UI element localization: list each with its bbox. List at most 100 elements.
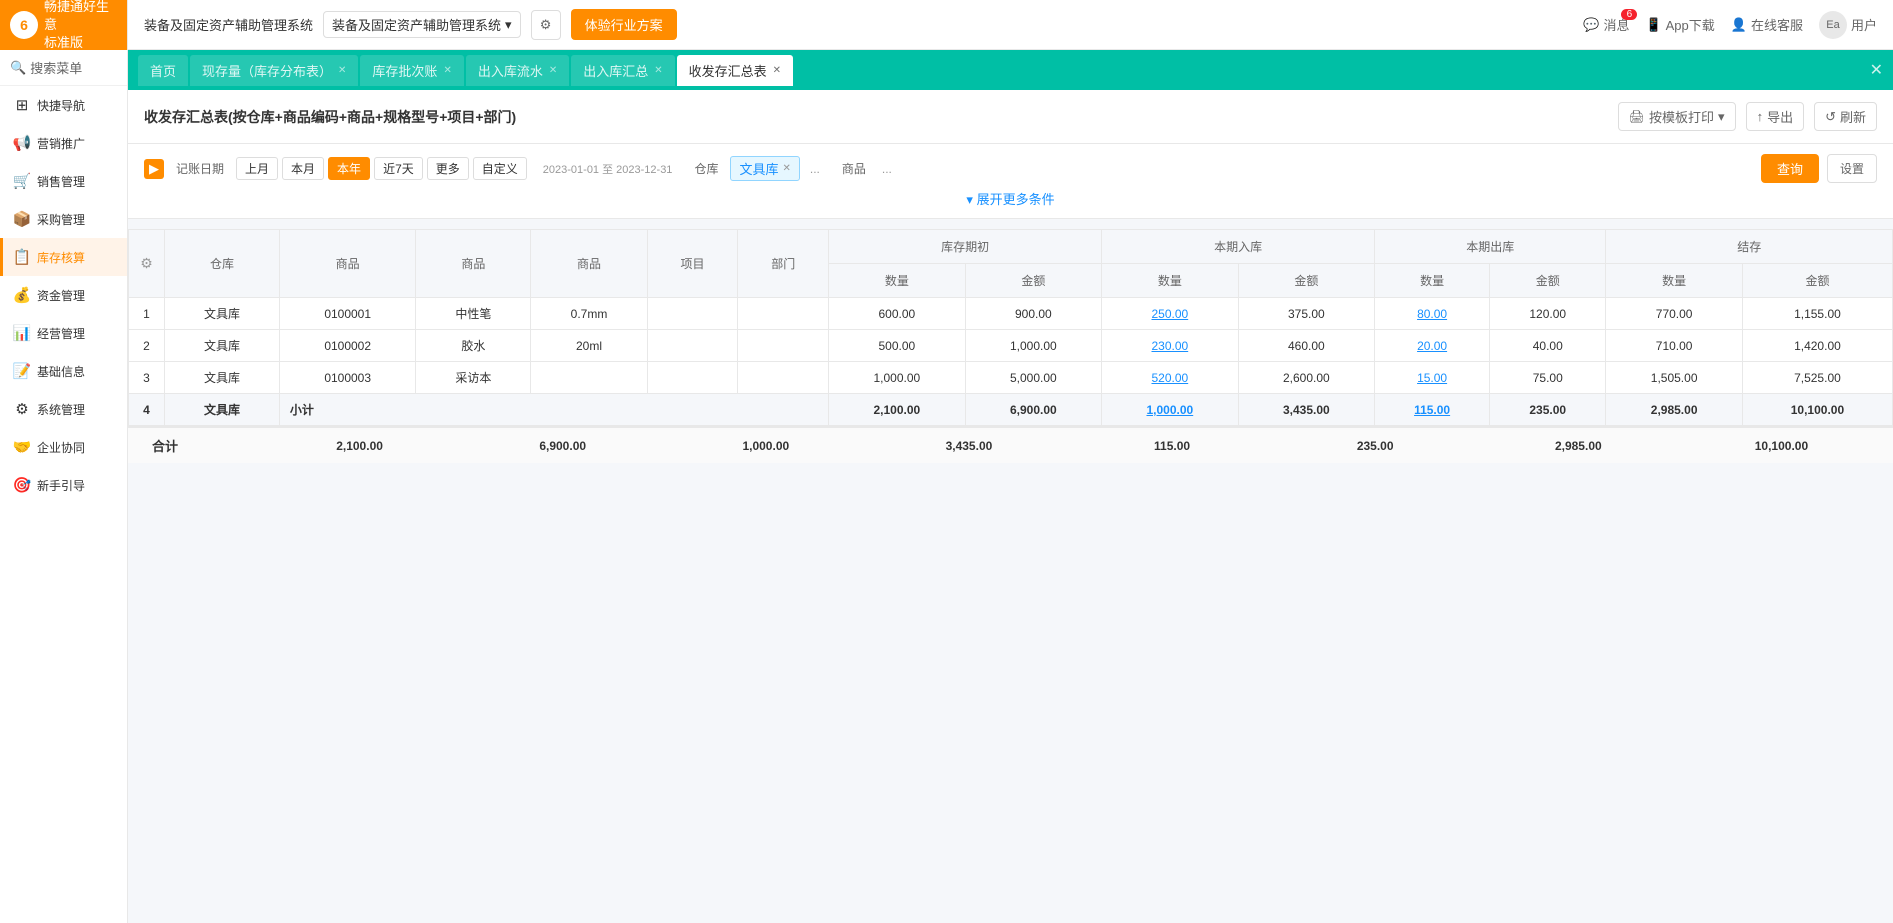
user-label: 用户 bbox=[1851, 15, 1877, 34]
expand-conditions-button[interactable]: ▾ 展开更多条件 bbox=[966, 189, 1054, 208]
user-action[interactable]: Ea 用户 bbox=[1819, 11, 1877, 39]
tab-close-stock-dist[interactable]: ✕ bbox=[338, 65, 346, 76]
tab-close-receive-send[interactable]: ✕ bbox=[773, 65, 781, 76]
goods-more[interactable]: ... bbox=[882, 162, 892, 176]
sidebar-item-enterprise[interactable]: 🤝企业协同 bbox=[0, 428, 127, 466]
tab-receive-send[interactable]: 收发存汇总表✕ bbox=[677, 55, 793, 86]
warehouse-tag-close[interactable]: ✕ bbox=[782, 163, 790, 174]
sidebar-item-marketing[interactable]: 📢营销推广 bbox=[0, 124, 127, 162]
sidebar-item-operation[interactable]: 📊经营管理 bbox=[0, 314, 127, 352]
total-bal-qty: 2,985.00 bbox=[1477, 439, 1680, 453]
total-out-qty: 115.00 bbox=[1071, 439, 1274, 453]
tab-close-batch[interactable]: ✕ bbox=[443, 65, 451, 76]
date-buttons: 上月本月本年近7天更多自定义 bbox=[236, 157, 527, 180]
nav-icon-basic: 📝 bbox=[13, 362, 31, 380]
top-header: 装备及固定资产辅助管理系统 装备及固定资产辅助管理系统 ▾ ⚙ 体验行业方案 💬… bbox=[128, 0, 1893, 50]
row-bal-amt: 1,155.00 bbox=[1742, 298, 1892, 330]
row-project bbox=[647, 362, 738, 394]
sidebar-item-finance[interactable]: 💰资金管理 bbox=[0, 276, 127, 314]
warehouse-tag[interactable]: 文具库 ✕ bbox=[730, 156, 799, 181]
online-service-action[interactable]: 👤 在线客服 bbox=[1731, 15, 1803, 34]
row-warehouse: 文具库 bbox=[165, 362, 280, 394]
print-button[interactable]: 🖨 按模板打印 ▾ bbox=[1618, 102, 1736, 131]
date-btn-自定义[interactable]: 自定义 bbox=[473, 157, 527, 180]
page-title-bar: 收发存汇总表(按仓库+商品编码+商品+规格型号+项目+部门) 🖨 按模板打印 ▾… bbox=[128, 90, 1893, 144]
date-btn-本月[interactable]: 本月 bbox=[282, 157, 324, 180]
row-out-qty[interactable]: 15.00 bbox=[1375, 362, 1490, 394]
tab-home[interactable]: 首页 bbox=[138, 55, 188, 86]
date-btn-上月[interactable]: 上月 bbox=[236, 157, 278, 180]
subtotal-warehouse: 文具库 bbox=[165, 394, 280, 426]
filter-settings-button[interactable]: 设置 bbox=[1827, 154, 1877, 183]
row-out-amt: 120.00 bbox=[1490, 298, 1606, 330]
date-btn-近7天[interactable]: 近7天 bbox=[374, 157, 423, 180]
column-settings-icon[interactable]: ⚙ bbox=[140, 255, 153, 271]
query-button[interactable]: 查询 bbox=[1761, 154, 1819, 183]
sidebar-item-guide[interactable]: 🎯 新手引导 bbox=[0, 466, 127, 504]
tabbar-close-button[interactable]: ✕ bbox=[1870, 60, 1883, 80]
sidebar-item-quick-nav[interactable]: ⊞快捷导航 bbox=[0, 86, 127, 124]
total-in-qty: 1,000.00 bbox=[664, 439, 867, 453]
row-out-qty[interactable]: 80.00 bbox=[1375, 298, 1490, 330]
filter-toggle-button[interactable]: ▶ bbox=[144, 159, 164, 179]
message-badge: 6 bbox=[1621, 9, 1637, 20]
tab-close-inout-summary[interactable]: ✕ bbox=[654, 65, 662, 76]
sidebar-logo: 6 畅捷通好生意 标准版 bbox=[0, 0, 127, 50]
sidebar-item-inventory[interactable]: 📋库存核算 bbox=[0, 238, 127, 276]
row-in-qty[interactable]: 520.00 bbox=[1102, 362, 1239, 394]
sidebar-item-system[interactable]: ⚙系统管理 bbox=[0, 390, 127, 428]
date-btn-本年[interactable]: 本年 bbox=[328, 157, 370, 180]
system-select[interactable]: 装备及固定资产辅助管理系统 ▾ bbox=[323, 11, 521, 38]
subtotal-out-amt: 235.00 bbox=[1490, 394, 1606, 426]
app-download-action[interactable]: 📱 App下载 bbox=[1645, 15, 1714, 34]
tab-inout-summary[interactable]: 出入库汇总✕ bbox=[571, 55, 674, 86]
subtotal-in-amt: 3,435.00 bbox=[1238, 394, 1375, 426]
tab-label-batch: 库存批次账 bbox=[372, 61, 437, 80]
sidebar-item-basic[interactable]: 📝 基础信息 bbox=[0, 352, 127, 390]
search-icon: 🔍 bbox=[10, 60, 26, 76]
total-open-amt: 6,900.00 bbox=[461, 439, 664, 453]
subtotal-bal-amt: 10,100.00 bbox=[1742, 394, 1892, 426]
search-menu[interactable]: 🔍 搜索菜单 bbox=[0, 50, 127, 86]
tab-label-stock-dist: 现存量（库存分布表） bbox=[202, 61, 332, 80]
warehouse-label: 仓库 bbox=[694, 160, 718, 177]
nav-label-basic: 基础信息 bbox=[37, 363, 85, 380]
row-in-qty[interactable]: 250.00 bbox=[1102, 298, 1239, 330]
system-name: 装备及固定资产辅助管理系统 bbox=[144, 15, 313, 34]
message-action[interactable]: 💬 消息 6 bbox=[1583, 15, 1629, 34]
row-out-qty[interactable]: 20.00 bbox=[1375, 330, 1490, 362]
row-name: 采访本 bbox=[416, 362, 531, 394]
sidebar-item-sales[interactable]: 🛒销售管理 bbox=[0, 162, 127, 200]
settings-button[interactable]: ⚙ bbox=[531, 10, 561, 40]
refresh-button[interactable]: ↺ 刷新 bbox=[1814, 102, 1877, 131]
logo-icon: 6 bbox=[10, 11, 38, 39]
experience-button[interactable]: 体验行业方案 bbox=[571, 9, 677, 40]
row-project bbox=[647, 298, 738, 330]
row-open-qty: 600.00 bbox=[829, 298, 966, 330]
sidebar-item-purchase[interactable]: 📦采购管理 bbox=[0, 200, 127, 238]
nav-label-sales: 销售管理 bbox=[37, 173, 85, 190]
row-in-amt: 375.00 bbox=[1238, 298, 1375, 330]
th-balance: 结存 bbox=[1606, 230, 1893, 264]
warehouse-more[interactable]: ... bbox=[810, 162, 820, 176]
th-warehouse: 仓库 bbox=[165, 230, 280, 298]
row-in-qty[interactable]: 230.00 bbox=[1102, 330, 1239, 362]
tab-stock-dist[interactable]: 现存量（库存分布表） ✕ bbox=[190, 55, 358, 86]
subtotal-open-amt: 6,900.00 bbox=[965, 394, 1102, 426]
subtotal-out-qty: 115.00 bbox=[1375, 394, 1490, 426]
subtotal-label: 小计 bbox=[279, 394, 828, 426]
tab-batch[interactable]: 库存批次账 ✕ bbox=[360, 55, 463, 86]
subtotal-open-qty: 2,100.00 bbox=[829, 394, 966, 426]
search-label: 搜索菜单 bbox=[30, 58, 82, 77]
row-no: 2 bbox=[129, 330, 165, 362]
table-row: 3 文具库 0100003 采访本 1,000.00 5,000.00 520.… bbox=[129, 362, 1893, 394]
nav-icon-guide: 🎯 bbox=[13, 476, 31, 494]
warehouse-tag-text: 文具库 bbox=[739, 159, 778, 178]
date-btn-更多[interactable]: 更多 bbox=[427, 157, 469, 180]
nav-label-guide: 新手引导 bbox=[37, 477, 85, 494]
expand-icon: ▾ bbox=[966, 192, 976, 207]
tab-close-inout-flow[interactable]: ✕ bbox=[549, 65, 557, 76]
export-button[interactable]: ↑ 导出 bbox=[1746, 102, 1805, 131]
tab-bar: 首页现存量（库存分布表）✕库存批次账✕出入库流水✕出入库汇总✕收发存汇总表✕✕ bbox=[128, 50, 1893, 90]
tab-inout-flow[interactable]: 出入库流水✕ bbox=[466, 55, 569, 86]
